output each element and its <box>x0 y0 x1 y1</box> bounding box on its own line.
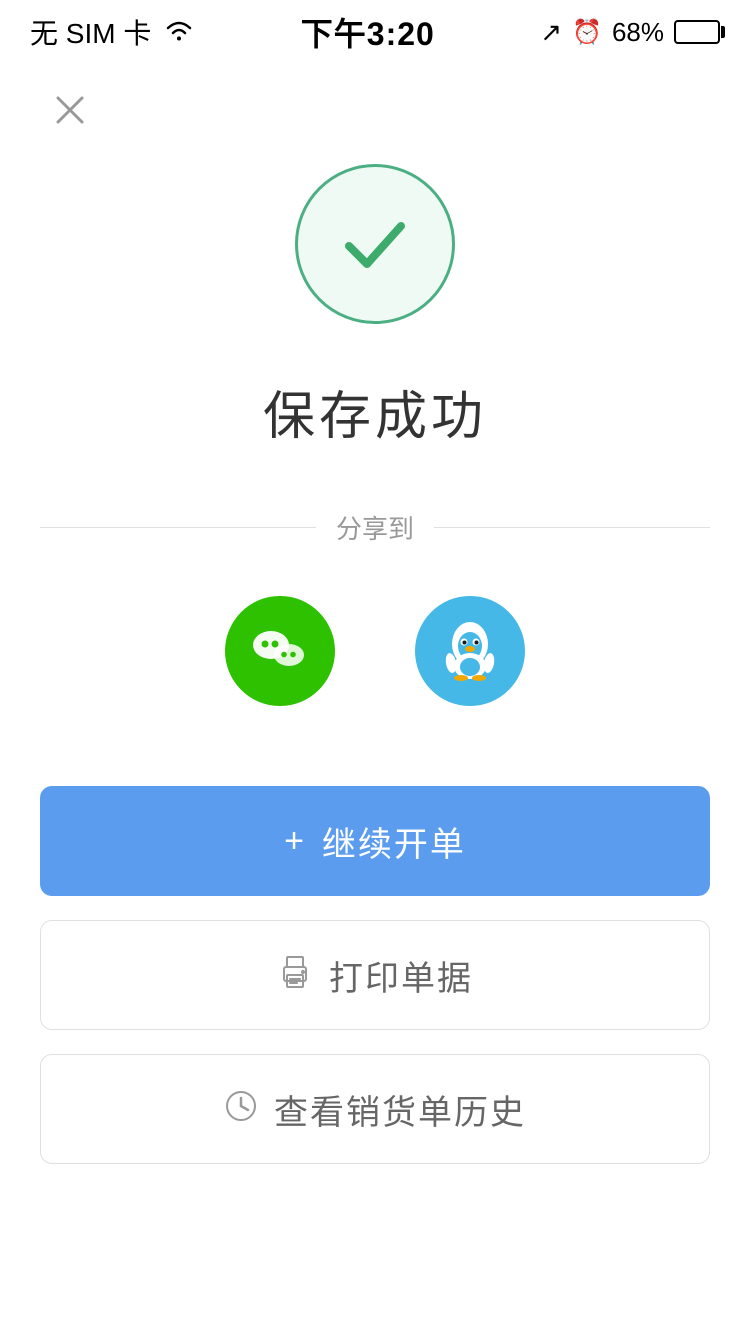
continue-order-button[interactable]: + 继续开单 <box>40 786 710 896</box>
status-bar: 无 SIM 卡 下午3:20 ↗ ⏰ 68% <box>0 0 750 64</box>
status-bar-time: 下午3:20 <box>301 9 435 55</box>
main-content: 保存成功 分享到 <box>0 64 750 1164</box>
action-buttons: + 继续开单 打印单据 <box>0 786 750 1164</box>
continue-order-label: 继续开单 <box>322 817 466 866</box>
share-section: 分享到 <box>0 509 750 706</box>
qq-share-button[interactable] <box>415 596 525 706</box>
success-title: 保存成功 <box>263 374 487 449</box>
success-circle <box>295 164 455 324</box>
print-button[interactable]: 打印单据 <box>40 920 710 1030</box>
divider-left <box>40 527 316 528</box>
print-label: 打印单据 <box>329 951 473 1000</box>
checkmark-icon <box>335 204 415 284</box>
close-button[interactable] <box>40 80 100 140</box>
plus-icon: + <box>284 824 306 858</box>
clock-icon <box>224 1089 258 1129</box>
alarm-icon: ⏰ <box>572 18 602 47</box>
status-bar-left: 无 SIM 卡 <box>30 12 195 52</box>
battery-icon <box>674 20 720 44</box>
carrier-text: 无 SIM 卡 <box>30 12 151 52</box>
location-icon: ↗ <box>540 17 562 48</box>
wifi-icon <box>163 20 195 44</box>
printer-icon <box>277 955 313 995</box>
qq-icon <box>437 616 503 686</box>
history-button[interactable]: 查看销货单历史 <box>40 1054 710 1164</box>
battery-percentage: 68% <box>612 17 664 48</box>
close-icon <box>52 92 88 128</box>
status-bar-right: ↗ ⏰ 68% <box>540 17 720 48</box>
wechat-icon <box>247 623 313 679</box>
share-icons-container <box>40 596 710 706</box>
share-divider: 分享到 <box>40 509 710 546</box>
divider-right <box>434 527 710 528</box>
history-label: 查看销货单历史 <box>274 1085 526 1134</box>
wechat-share-button[interactable] <box>225 596 335 706</box>
share-label: 分享到 <box>336 509 414 546</box>
